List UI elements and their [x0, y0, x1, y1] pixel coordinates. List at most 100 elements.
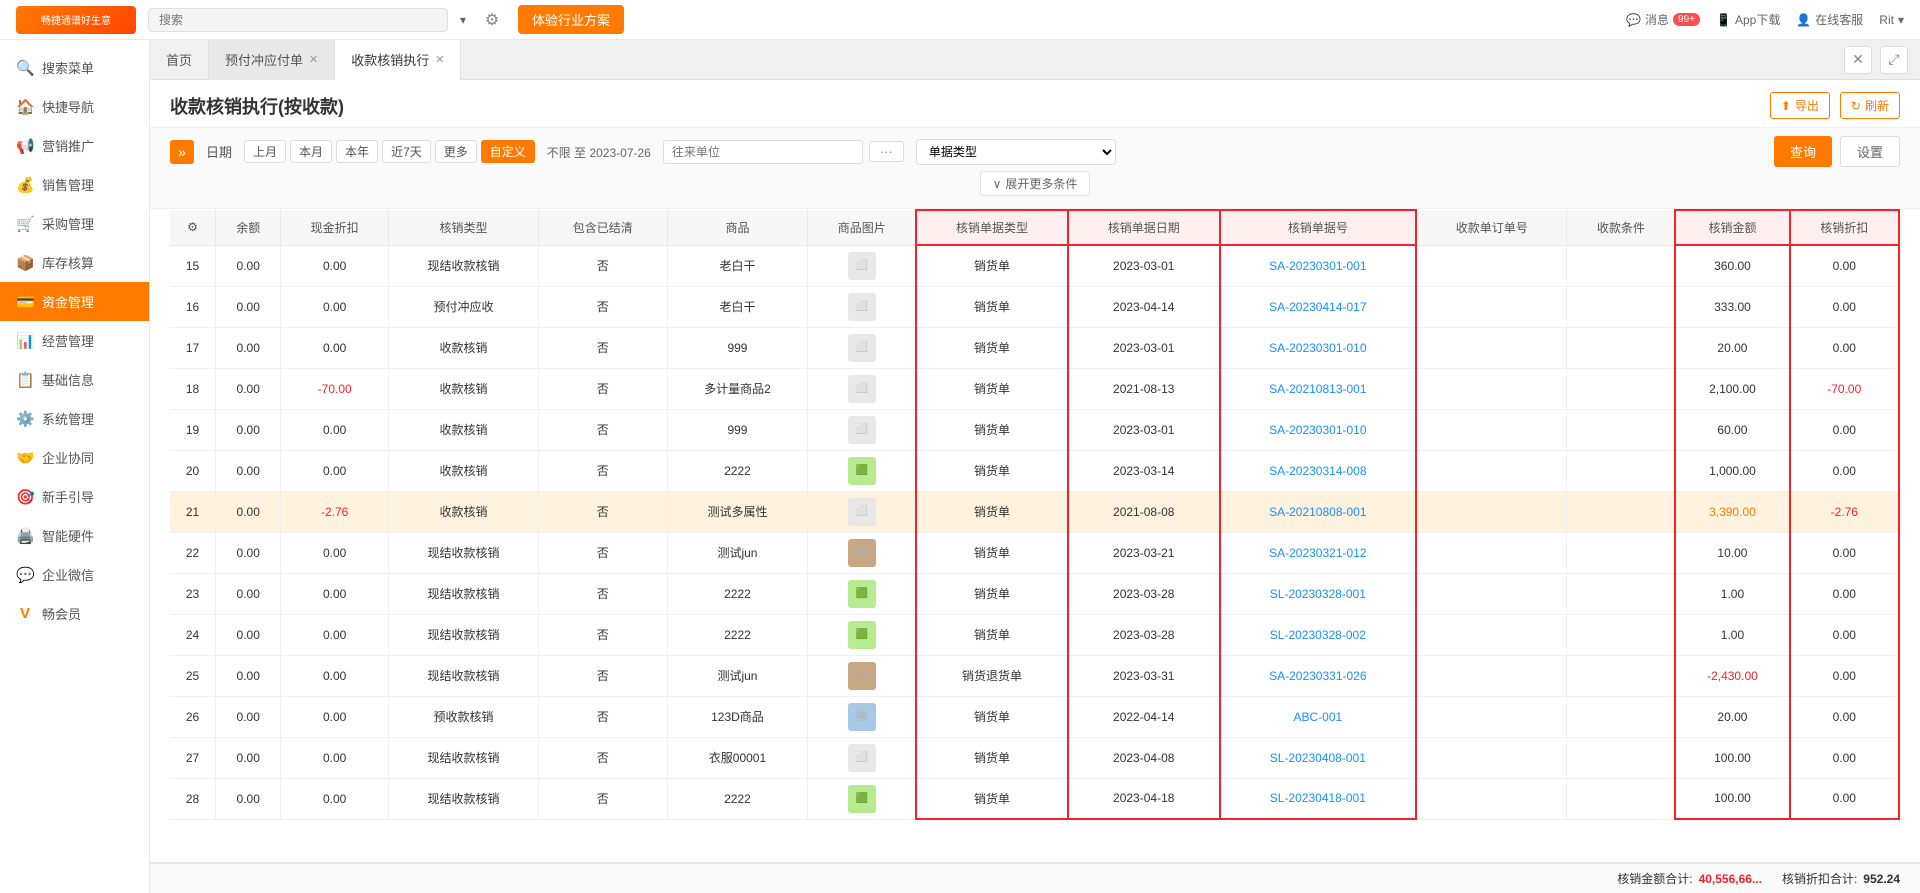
- writeoff-no-link[interactable]: SL-20230418-001: [1270, 791, 1366, 805]
- operation-icon: 📊: [16, 332, 34, 350]
- cell-writeoff-no[interactable]: SA-20210813-001: [1220, 368, 1417, 409]
- single-type-select[interactable]: 单据类型: [916, 139, 1116, 165]
- main-layout: 🔍 搜索菜单 🏠 快捷导航 📢 营销推广 💰 销售管理 🛒 采购管理 📦 库存核…: [0, 40, 1920, 893]
- cell-writeoff-no[interactable]: ABC-001: [1220, 696, 1417, 737]
- writeoff-no-link[interactable]: SL-20230408-001: [1270, 751, 1366, 765]
- writeoff-no-link[interactable]: SA-20210808-001: [1269, 505, 1366, 519]
- cell-receipt-cond: [1567, 491, 1675, 532]
- cell-writeoff-no[interactable]: SA-20230301-010: [1220, 409, 1417, 450]
- cell-writeoff-no[interactable]: SA-20230301-001: [1220, 245, 1417, 286]
- sidebar-item-basic[interactable]: 📋 基础信息: [0, 360, 149, 399]
- tab-writeoff[interactable]: 收款核销执行 ✕: [335, 40, 461, 80]
- sidebar-item-finance[interactable]: 💳 资金管理: [0, 282, 149, 321]
- writeoff-no-link[interactable]: SA-20230414-017: [1269, 300, 1366, 314]
- cell-product: 老白干: [667, 245, 808, 286]
- sidebar-label-basic: 基础信息: [42, 370, 94, 389]
- th-gear[interactable]: ⚙: [170, 210, 216, 245]
- cell-writeoff-no[interactable]: SA-20210808-001: [1220, 491, 1417, 532]
- messages-area[interactable]: 💬 消息 99+: [1626, 11, 1700, 28]
- sidebar-item-guide[interactable]: 🎯 新手引导: [0, 477, 149, 516]
- table-row: 260.000.00预收款核销否123D商品🖼销货单2022-04-14ABC-…: [170, 696, 1899, 737]
- export-label: 导出: [1795, 97, 1819, 114]
- sidebar-item-system[interactable]: ⚙️ 系统管理: [0, 399, 149, 438]
- product-img-gray: ⬜: [848, 744, 876, 772]
- query-btn[interactable]: 查询: [1774, 136, 1832, 167]
- cell-product-img: 🟩: [808, 450, 916, 491]
- topbar-right: 💬 消息 99+ 📱 App下载 👤 在线客服 Rit ▾: [1626, 11, 1904, 28]
- search-area[interactable]: [148, 8, 448, 32]
- sidebar-item-hardware[interactable]: 🖨️ 智能硬件: [0, 516, 149, 555]
- filter-expand-btn[interactable]: »: [170, 140, 194, 164]
- cell-writeoff-no[interactable]: SA-20230301-010: [1220, 327, 1417, 368]
- date-btn-custom[interactable]: 自定义: [481, 140, 535, 163]
- date-btn-last-month[interactable]: 上月: [244, 140, 286, 163]
- tab-writeoff-close-icon[interactable]: ✕: [435, 53, 444, 66]
- cell-writeoff-type: 销货单: [916, 737, 1068, 778]
- date-btn-this-year[interactable]: 本年: [336, 140, 378, 163]
- gear-icon[interactable]: ⚙: [478, 6, 506, 34]
- date-btn-more[interactable]: 更多: [435, 140, 477, 163]
- cell-writeoff-no[interactable]: SA-20230321-012: [1220, 532, 1417, 573]
- sidebar-item-inventory[interactable]: 📦 库存核算: [0, 243, 149, 282]
- cell-discount: 0.00: [281, 286, 389, 327]
- sidebar: 🔍 搜索菜单 🏠 快捷导航 📢 营销推广 💰 销售管理 🛒 采购管理 📦 库存核…: [0, 40, 150, 893]
- writeoff-no-link[interactable]: SA-20230321-012: [1269, 546, 1366, 560]
- sidebar-item-operation[interactable]: 📊 经营管理: [0, 321, 149, 360]
- sidebar-item-marketing[interactable]: 📢 营销推广: [0, 126, 149, 165]
- writeoff-no-link[interactable]: SL-20230328-002: [1270, 628, 1366, 642]
- tab-home[interactable]: 首页: [150, 40, 209, 80]
- writeoff-no-link[interactable]: ABC-001: [1293, 710, 1342, 724]
- writeoff-no-link[interactable]: SA-20230314-008: [1269, 464, 1366, 478]
- tab-home-label: 首页: [166, 50, 192, 69]
- sidebar-item-quick[interactable]: 🏠 快捷导航: [0, 87, 149, 126]
- sidebar-item-company[interactable]: 🤝 企业协同: [0, 438, 149, 477]
- app-download-area[interactable]: 📱 App下载: [1716, 11, 1780, 28]
- tab-prepay[interactable]: 预付冲应付单 ✕: [209, 40, 335, 80]
- sidebar-item-search[interactable]: 🔍 搜索菜单: [0, 48, 149, 87]
- cell-receipt-cond: [1567, 368, 1675, 409]
- th-type: 核销类型: [388, 210, 538, 245]
- sidebar-item-purchase[interactable]: 🛒 采购管理: [0, 204, 149, 243]
- sidebar-item-wechat[interactable]: 💬 企业微信: [0, 555, 149, 594]
- cell-receipt-order: [1416, 368, 1567, 409]
- writeoff-no-link[interactable]: SA-20210813-001: [1269, 382, 1366, 396]
- experience-btn[interactable]: 体验行业方案: [518, 5, 624, 34]
- sidebar-item-sales[interactable]: 💰 销售管理: [0, 165, 149, 204]
- table-container[interactable]: ⚙ 余额 现金折扣 核销类型 包含已结清 商品 商品图片 核销单据类型 核销单据…: [150, 209, 1920, 862]
- cell-writeoff-no[interactable]: SA-20230314-008: [1220, 450, 1417, 491]
- cell-writeoff-no[interactable]: SL-20230328-002: [1220, 614, 1417, 655]
- cell-product: 2222: [667, 450, 808, 491]
- maximize-btn[interactable]: ⤢: [1880, 46, 1908, 74]
- online-service-area[interactable]: 👤 在线客服: [1796, 11, 1863, 28]
- cell-settled: 否: [538, 245, 667, 286]
- cell-writeoff-no[interactable]: SL-20230418-001: [1220, 778, 1417, 819]
- cell-writeoff-no[interactable]: SL-20230328-001: [1220, 573, 1417, 614]
- cell-settled: 否: [538, 614, 667, 655]
- writeoff-no-link[interactable]: SL-20230328-001: [1270, 587, 1366, 601]
- writeoff-no-link[interactable]: SA-20230301-001: [1269, 259, 1366, 273]
- sidebar-item-member[interactable]: V 畅会员: [0, 594, 149, 633]
- cell-writeoff-no[interactable]: SA-20230414-017: [1220, 286, 1417, 327]
- from-unit-input[interactable]: [663, 140, 863, 164]
- dropdown-btn[interactable]: ▾: [460, 13, 466, 27]
- from-unit-ellipsis-btn[interactable]: ···: [869, 141, 904, 162]
- cell-writeoff-no[interactable]: SA-20230331-026: [1220, 655, 1417, 696]
- writeoff-no-link[interactable]: SA-20230331-026: [1269, 669, 1366, 683]
- date-btn-7days[interactable]: 近7天: [382, 140, 431, 163]
- cell-type: 现结收款核销: [388, 614, 538, 655]
- export-btn[interactable]: ⬆ 导出: [1770, 92, 1830, 119]
- close-window-btn[interactable]: ✕: [1844, 46, 1872, 74]
- user-area[interactable]: Rit ▾: [1879, 13, 1904, 27]
- refresh-btn[interactable]: ↻ 刷新: [1840, 92, 1900, 119]
- date-btn-this-month[interactable]: 本月: [290, 140, 332, 163]
- settings-btn[interactable]: 设置: [1840, 136, 1900, 167]
- basic-icon: 📋: [16, 371, 34, 389]
- th-writeoff-date: 核销单据日期: [1068, 210, 1220, 245]
- cell-writeoff-no[interactable]: SL-20230408-001: [1220, 737, 1417, 778]
- search-input[interactable]: [159, 13, 437, 27]
- tab-prepay-close-icon[interactable]: ✕: [309, 53, 318, 66]
- writeoff-no-link[interactable]: SA-20230301-010: [1269, 341, 1366, 355]
- writeoff-no-link[interactable]: SA-20230301-010: [1269, 423, 1366, 437]
- expand-more-btn[interactable]: ∨ 展开更多条件: [980, 171, 1091, 196]
- search-icon: 🔍: [16, 59, 34, 77]
